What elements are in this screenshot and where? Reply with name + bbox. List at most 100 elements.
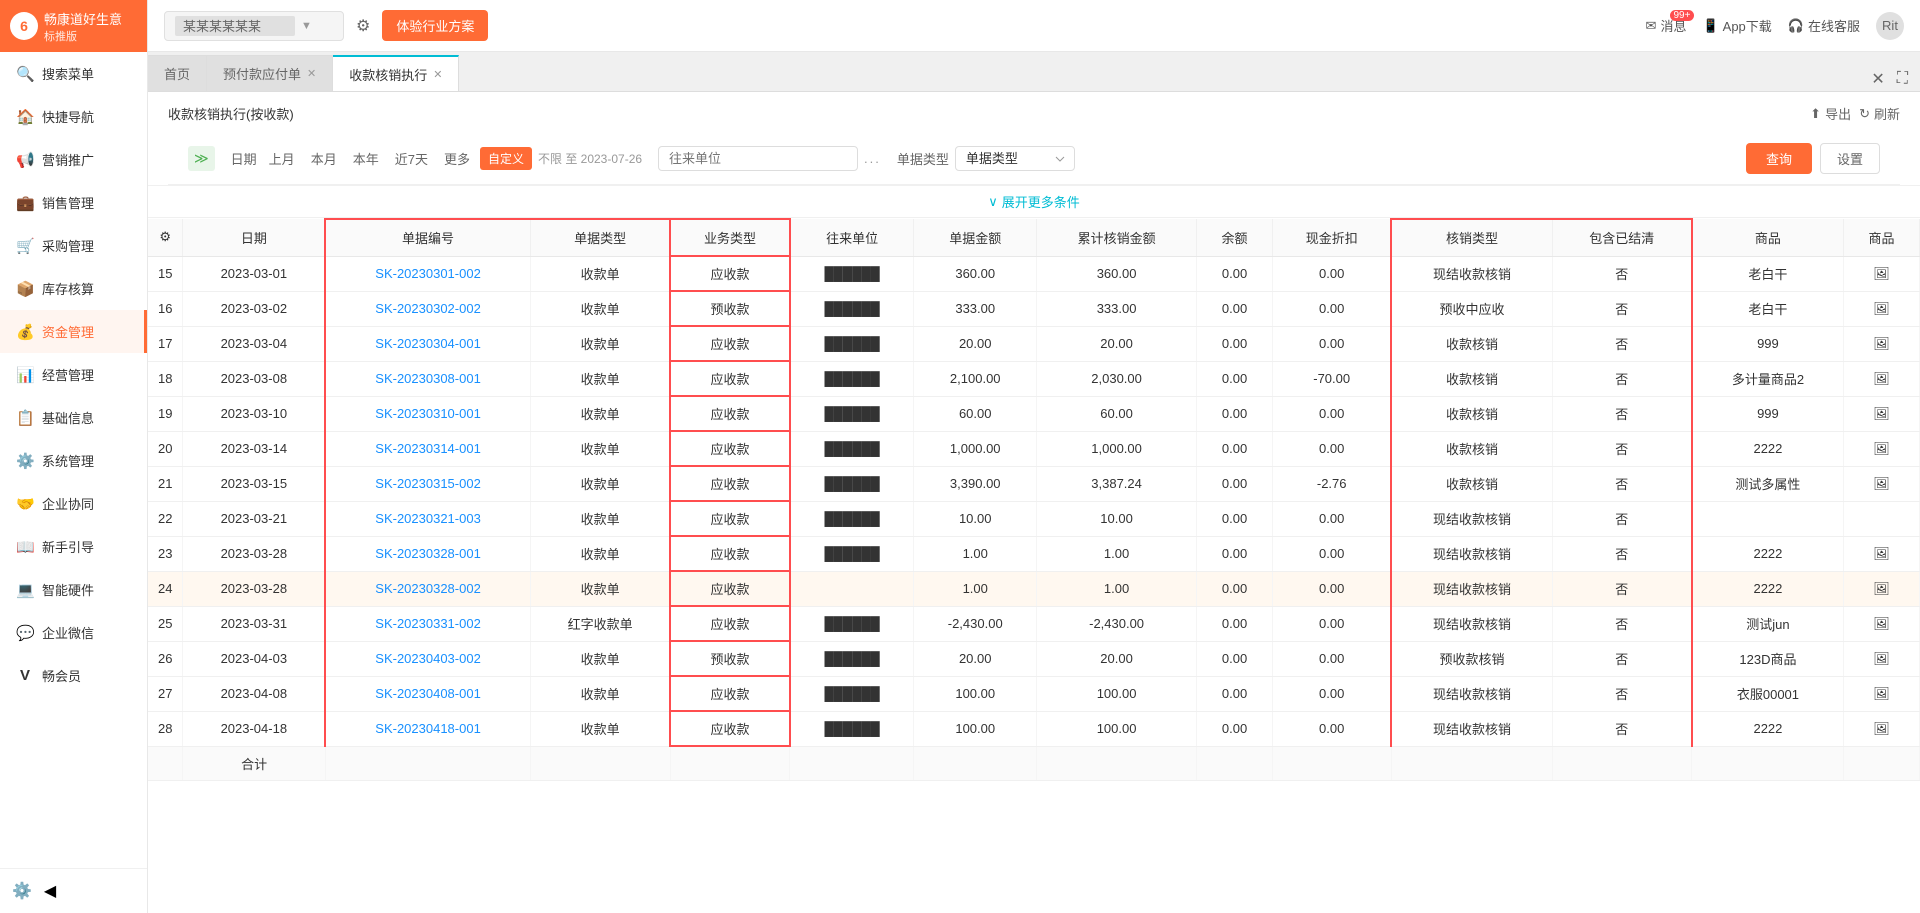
expand-button[interactable]: ∨ 展开更多条件 bbox=[988, 192, 1080, 211]
tab-close-icon[interactable]: ✕ bbox=[307, 67, 316, 80]
table-cell[interactable]: SK-20230408-001 bbox=[325, 676, 530, 711]
this-month-btn[interactable]: 本月 bbox=[305, 147, 343, 170]
sidebar-item-sales[interactable]: 💼 销售管理 bbox=[0, 181, 147, 224]
table-cell[interactable]: SK-20230315-002 bbox=[325, 466, 530, 501]
sidebar-item-system[interactable]: ⚙️ 系统管理 bbox=[0, 439, 147, 482]
filter-dots: ... bbox=[864, 151, 881, 166]
settings-button[interactable]: 设置 bbox=[1820, 143, 1880, 174]
custom-date-btn[interactable]: 自定义 bbox=[480, 147, 532, 170]
table-cell[interactable]: SK-20230321-003 bbox=[325, 501, 530, 536]
table-row: 212023-03-15SK-20230315-002收款单应收款██████3… bbox=[148, 466, 1920, 501]
table-cell: 3,390.00 bbox=[914, 466, 1037, 501]
bill-no-link[interactable]: SK-20230310-001 bbox=[375, 406, 481, 421]
tab-home[interactable]: 首页 bbox=[148, 55, 207, 91]
table-cell: ██████ bbox=[790, 641, 914, 676]
bill-no-link[interactable]: SK-20230418-001 bbox=[375, 721, 481, 736]
bill-no-link[interactable]: SK-20230301-002 bbox=[375, 266, 481, 281]
table-cell[interactable]: SK-20230314-001 bbox=[325, 431, 530, 466]
sidebar-item-inventory[interactable]: 📦 库存核算 bbox=[0, 267, 147, 310]
table-cell[interactable]: SK-20230403-002 bbox=[325, 641, 530, 676]
sidebar-item-hardware[interactable]: 💻 智能硬件 bbox=[0, 568, 147, 611]
table-cell: 🖼 bbox=[1843, 256, 1919, 291]
table-cell: 收款单 bbox=[530, 431, 670, 466]
workspace-selector[interactable]: 某某某某某某 ▼ bbox=[164, 11, 344, 41]
sidebar-item-basic[interactable]: 📋 基础信息 bbox=[0, 396, 147, 439]
filter-toggle-button[interactable]: ≫ bbox=[188, 146, 215, 171]
sidebar-item-guide[interactable]: 📖 新手引导 bbox=[0, 525, 147, 568]
sidebar-item-label: 智能硬件 bbox=[42, 580, 94, 599]
table-cell[interactable]: SK-20230310-001 bbox=[325, 396, 530, 431]
table-cell: 应收款 bbox=[670, 256, 790, 291]
table-cell: 20.00 bbox=[914, 326, 1037, 361]
total-cell: 合计 bbox=[183, 746, 325, 780]
table-cell: 20 bbox=[148, 431, 183, 466]
table-cell[interactable]: SK-20230328-002 bbox=[325, 571, 530, 606]
table-cell: -2.76 bbox=[1273, 466, 1392, 501]
query-button[interactable]: 查询 bbox=[1746, 143, 1812, 174]
refresh-button[interactable]: ↻ 刷新 bbox=[1859, 104, 1900, 123]
export-button[interactable]: ⬆ 导出 bbox=[1810, 104, 1851, 123]
refresh-label: 刷新 bbox=[1874, 104, 1900, 123]
tab-close-icon[interactable]: ✕ bbox=[433, 68, 442, 81]
bill-no-link[interactable]: SK-20230314-001 bbox=[375, 441, 481, 456]
user-avatar[interactable]: Rit bbox=[1876, 12, 1904, 40]
gear-icon[interactable]: ⚙ bbox=[356, 16, 370, 36]
table-cell: 2222 bbox=[1692, 536, 1843, 571]
table-cell[interactable]: SK-20230331-002 bbox=[325, 606, 530, 641]
table-cell: ██████ bbox=[790, 606, 914, 641]
col-settings[interactable]: ⚙ bbox=[148, 219, 183, 256]
app-download-button[interactable]: 📱 App下载 bbox=[1702, 16, 1771, 35]
app-label: App下载 bbox=[1723, 16, 1772, 35]
bill-no-link[interactable]: SK-20230408-001 bbox=[375, 686, 481, 701]
bill-no-link[interactable]: SK-20230328-001 bbox=[375, 546, 481, 561]
settings-icon[interactable]: ⚙️ bbox=[12, 881, 32, 901]
table-cell: 应收款 bbox=[670, 431, 790, 466]
table-cell[interactable]: SK-20230301-002 bbox=[325, 256, 530, 291]
sidebar-item-purchase[interactable]: 🛒 采购管理 bbox=[0, 224, 147, 267]
bill-no-link[interactable]: SK-20230302-002 bbox=[375, 301, 481, 316]
sidebar-item-wechat[interactable]: 💬 企业微信 bbox=[0, 611, 147, 654]
bill-no-link[interactable]: SK-20230328-002 bbox=[375, 581, 481, 596]
table-cell: 1.00 bbox=[1037, 571, 1197, 606]
more-date-btn[interactable]: 更多 bbox=[438, 147, 476, 170]
tab-collection[interactable]: 收款核销执行 ✕ bbox=[333, 55, 459, 91]
page-title-row: 收款核销执行(按收款) ⬆ 导出 ↻ 刷新 bbox=[168, 104, 1900, 123]
sidebar-item-finance[interactable]: 💰 资金管理 bbox=[0, 310, 147, 353]
sidebar-item-member[interactable]: V 畅会员 bbox=[0, 654, 147, 697]
table-cell[interactable]: SK-20230418-001 bbox=[325, 711, 530, 746]
bill-no-link[interactable]: SK-20230321-003 bbox=[375, 511, 481, 526]
table-cell: 🖼 bbox=[1843, 466, 1919, 501]
tab-prepay[interactable]: 预付款应付单 ✕ bbox=[207, 55, 333, 91]
sidebar-item-operation[interactable]: 📊 经营管理 bbox=[0, 353, 147, 396]
maximize-tab-button[interactable]: ⛶ bbox=[1893, 68, 1912, 90]
industry-solution-button[interactable]: 体验行业方案 bbox=[382, 10, 488, 41]
last-month-btn[interactable]: 上月 bbox=[263, 147, 301, 170]
bill-no-link[interactable]: SK-20230403-002 bbox=[375, 651, 481, 666]
table-cell: 17 bbox=[148, 326, 183, 361]
sidebar-item-quick[interactable]: 🏠 快捷导航 bbox=[0, 95, 147, 138]
sidebar-item-marketing[interactable]: 📢 营销推广 bbox=[0, 138, 147, 181]
bill-no-link[interactable]: SK-20230308-001 bbox=[375, 371, 481, 386]
table-row: 252023-03-31SK-20230331-002红字收款单应收款█████… bbox=[148, 606, 1920, 641]
last-7days-btn[interactable]: 近7天 bbox=[389, 147, 434, 170]
message-button[interactable]: ✉ 消息 99+ bbox=[1646, 16, 1687, 35]
service-button[interactable]: 🎧 在线客服 bbox=[1788, 16, 1860, 35]
table-cell[interactable]: SK-20230308-001 bbox=[325, 361, 530, 396]
sidebar-item-cooperation[interactable]: 🤝 企业协同 bbox=[0, 482, 147, 525]
table-cell[interactable]: SK-20230328-001 bbox=[325, 536, 530, 571]
sidebar-item-search[interactable]: 🔍 搜索菜单 bbox=[0, 52, 147, 95]
table-cell[interactable]: SK-20230302-002 bbox=[325, 291, 530, 326]
this-year-btn[interactable]: 本年 bbox=[347, 147, 385, 170]
close-tab-button[interactable]: ✕ bbox=[1867, 67, 1888, 91]
total-cell bbox=[530, 746, 670, 780]
collapse-icon[interactable]: ◀ bbox=[44, 881, 56, 901]
bill-no-link[interactable]: SK-20230315-002 bbox=[375, 476, 481, 491]
bill-no-link[interactable]: SK-20230304-001 bbox=[375, 336, 481, 351]
table-cell: 应收款 bbox=[670, 361, 790, 396]
table-cell: 0.00 bbox=[1197, 641, 1273, 676]
bill-type-select[interactable]: 单据类型 bbox=[955, 146, 1075, 171]
bill-no-link[interactable]: SK-20230331-002 bbox=[375, 616, 481, 631]
col-partner: 往来单位 bbox=[790, 219, 914, 256]
table-cell[interactable]: SK-20230304-001 bbox=[325, 326, 530, 361]
partner-input[interactable] bbox=[658, 146, 858, 171]
